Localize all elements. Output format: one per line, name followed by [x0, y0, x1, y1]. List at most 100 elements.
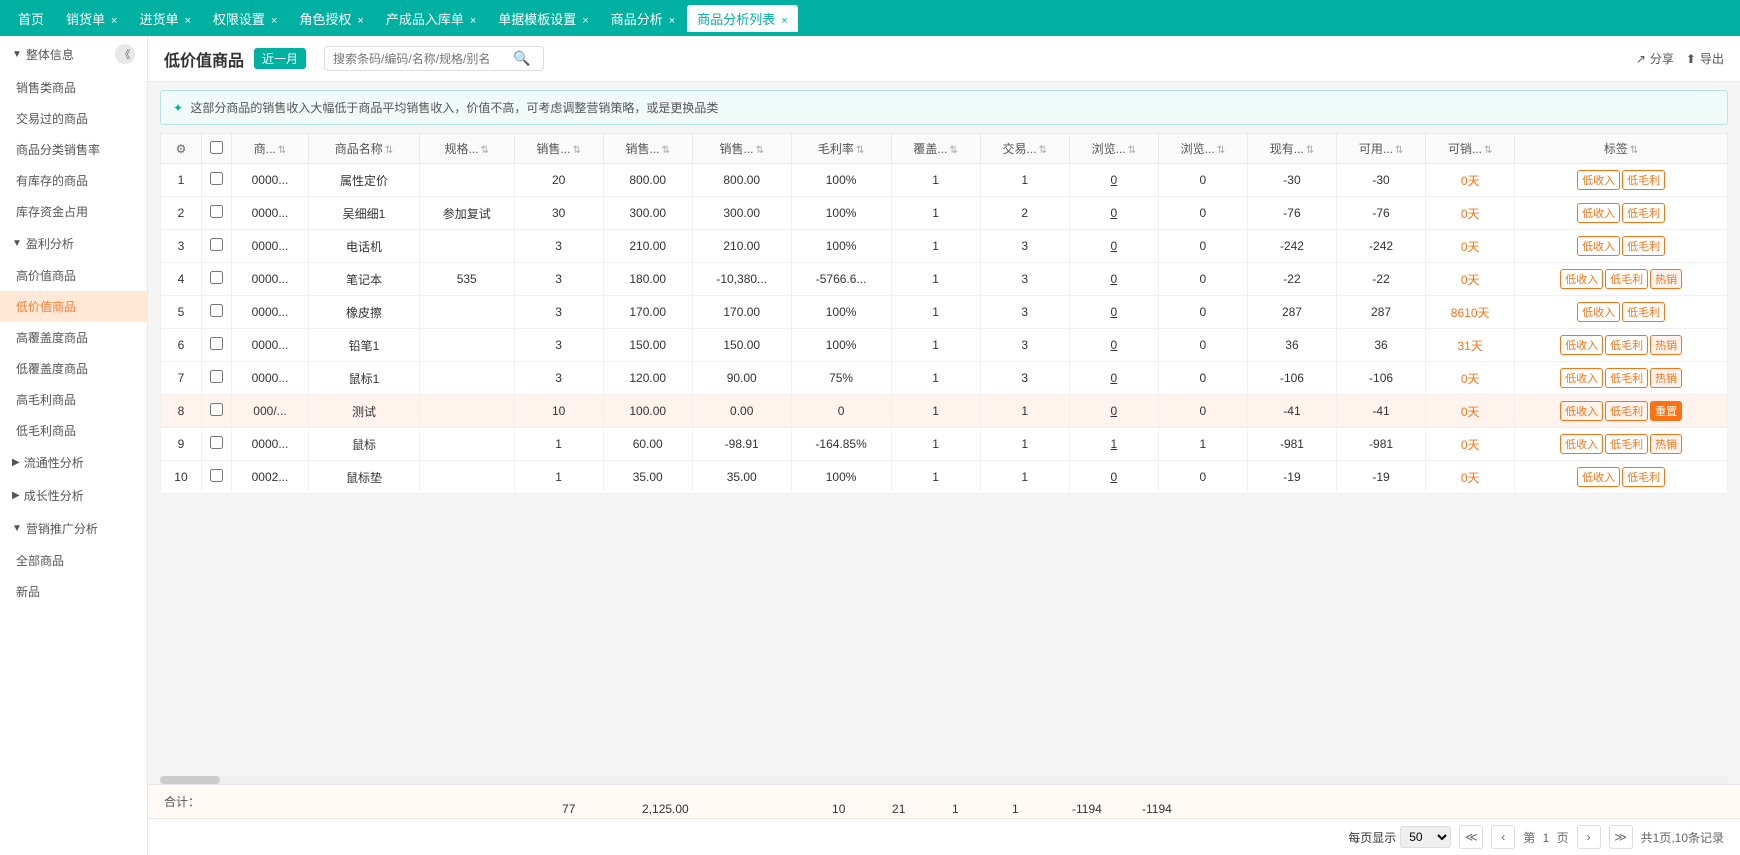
sidebar-item-all-goods[interactable]: 全部商品	[0, 545, 147, 576]
cell-views1[interactable]: 0	[1069, 296, 1158, 329]
table-row[interactable]: 90000...鼠标160.00-98.91-164.85%1111-981-9…	[161, 428, 1728, 461]
last-page-btn[interactable]: ≫	[1609, 825, 1633, 849]
col-views1[interactable]: 浏览...⇅	[1069, 134, 1158, 164]
table-row[interactable]: 10000...属性定价20800.00800.00100%1100-30-30…	[161, 164, 1728, 197]
sidebar-section-overview[interactable]: ▼ 整体信息 《	[0, 36, 147, 72]
col-coverage[interactable]: 覆盖...⇅	[891, 134, 980, 164]
sidebar-item-new-goods[interactable]: 新品	[0, 576, 147, 607]
col-checkbox[interactable]	[201, 134, 231, 164]
nav-template-close[interactable]: ×	[582, 15, 588, 27]
col-sales-price[interactable]: 销售...⇅	[603, 134, 692, 164]
nav-role[interactable]: 角色授权×	[289, 5, 373, 32]
nav-purchase-close[interactable]: ×	[184, 15, 190, 27]
sidebar-item-low-margin[interactable]: 低毛利商品	[0, 415, 147, 446]
sidebar-item-stock-capital[interactable]: 库存资金占用	[0, 196, 147, 227]
sidebar-item-category-rate[interactable]: 商品分类销售率	[0, 134, 147, 165]
row-checkbox[interactable]	[210, 271, 223, 284]
col-sellable[interactable]: 可销...⇅	[1426, 134, 1515, 164]
share-button[interactable]: ↗ 分享	[1636, 50, 1674, 67]
row-checkbox[interactable]	[210, 172, 223, 185]
table-container[interactable]: ⚙ 商...⇅ 商品名称⇅ 规格...⇅ 销售...⇅ 销售...⇅ 销售...…	[160, 133, 1728, 776]
table-row[interactable]: 30000...电话机3210.00210.00100%1300-242-242…	[161, 230, 1728, 263]
next-page-btn[interactable]: ›	[1577, 825, 1601, 849]
nav-analysis-list-close[interactable]: ×	[781, 15, 787, 27]
horizontal-scrollbar[interactable]	[160, 776, 1728, 784]
row-checkbox[interactable]	[210, 370, 223, 383]
nav-product-entry[interactable]: 产成品入库单×	[376, 5, 486, 32]
nav-home[interactable]: 首页	[8, 5, 54, 32]
col-available[interactable]: 可用...⇅	[1337, 134, 1426, 164]
row-checkbox[interactable]	[210, 238, 223, 251]
cell-checkbox[interactable]	[201, 164, 231, 197]
table-row[interactable]: 20000...吴细细1参加复试30300.00300.00100%1200-7…	[161, 197, 1728, 230]
col-code[interactable]: 商...⇅	[231, 134, 308, 164]
cell-views1[interactable]: 0	[1069, 362, 1158, 395]
nav-role-close[interactable]: ×	[357, 15, 363, 27]
sidebar-collapse-btn[interactable]: 《	[115, 44, 135, 64]
nav-sales[interactable]: 销货单×	[56, 5, 127, 32]
row-checkbox[interactable]	[210, 304, 223, 317]
col-sales-amount[interactable]: 销售...⇅	[692, 134, 791, 164]
scrollbar-thumb[interactable]	[160, 776, 220, 784]
cell-checkbox[interactable]	[201, 395, 231, 428]
search-input[interactable]	[333, 52, 513, 66]
sidebar-item-traded-goods[interactable]: 交易过的商品	[0, 103, 147, 134]
cell-views1[interactable]: 0	[1069, 230, 1158, 263]
cell-views1[interactable]: 0	[1069, 329, 1158, 362]
table-row[interactable]: 8000/...测试10100.000.0001100-41-410天低收入低毛…	[161, 395, 1728, 428]
cell-views1[interactable]: 0	[1069, 395, 1158, 428]
col-settings[interactable]: ⚙	[161, 134, 202, 164]
cell-checkbox[interactable]	[201, 428, 231, 461]
row-checkbox[interactable]	[210, 436, 223, 449]
sidebar-section-marketing[interactable]: ▼ 营销推广分析	[0, 512, 147, 545]
sidebar-item-low-coverage[interactable]: 低覆盖度商品	[0, 353, 147, 384]
export-button[interactable]: ⬆ 导出	[1686, 50, 1724, 67]
cell-checkbox[interactable]	[201, 197, 231, 230]
cell-views1[interactable]: 0	[1069, 461, 1158, 494]
sidebar-item-high-margin[interactable]: 高毛利商品	[0, 384, 147, 415]
first-page-btn[interactable]: ≪	[1459, 825, 1483, 849]
cell-checkbox[interactable]	[201, 230, 231, 263]
nav-product-analysis[interactable]: 商品分析×	[601, 5, 685, 32]
col-current-stock[interactable]: 现有...⇅	[1247, 134, 1336, 164]
row-checkbox[interactable]	[210, 205, 223, 218]
nav-product-entry-close[interactable]: ×	[470, 15, 476, 27]
nav-analysis-close[interactable]: ×	[669, 15, 675, 27]
search-icon[interactable]: 🔍	[513, 50, 530, 67]
prev-page-btn[interactable]: ‹	[1491, 825, 1515, 849]
table-row[interactable]: 40000...笔记本5353180.00-10,380...-5766.6..…	[161, 263, 1728, 296]
sidebar-item-stock-goods[interactable]: 有库存的商品	[0, 165, 147, 196]
cell-views1[interactable]: 0	[1069, 197, 1158, 230]
sidebar-item-sales-goods[interactable]: 销售类商品	[0, 72, 147, 103]
sidebar-item-low-value[interactable]: 低价值商品	[0, 291, 147, 322]
sidebar-section-profit[interactable]: ▼ 盈利分析	[0, 227, 147, 260]
cell-checkbox[interactable]	[201, 461, 231, 494]
cell-checkbox[interactable]	[201, 329, 231, 362]
table-row[interactable]: 70000...鼠标13120.0090.0075%1300-106-1060天…	[161, 362, 1728, 395]
nav-permission[interactable]: 权限设置×	[203, 5, 287, 32]
table-row[interactable]: 100002...鼠标垫135.0035.00100%1100-19-190天低…	[161, 461, 1728, 494]
col-sales-qty[interactable]: 销售...⇅	[514, 134, 603, 164]
sidebar-section-liquidity[interactable]: ▶ 流通性分析	[0, 446, 147, 479]
cell-views1[interactable]: 1	[1069, 428, 1158, 461]
table-row[interactable]: 50000...橡皮擦3170.00170.00100%130028728786…	[161, 296, 1728, 329]
date-badge[interactable]: 近一月	[254, 48, 306, 69]
select-all-checkbox[interactable]	[210, 141, 223, 154]
col-spec[interactable]: 规格...⇅	[419, 134, 514, 164]
col-trade[interactable]: 交易...⇅	[980, 134, 1069, 164]
nav-sales-close[interactable]: ×	[111, 15, 117, 27]
row-checkbox[interactable]	[210, 337, 223, 350]
per-page-select[interactable]: 50 20 100	[1400, 826, 1451, 848]
cell-checkbox[interactable]	[201, 362, 231, 395]
cell-views1[interactable]: 0	[1069, 164, 1158, 197]
nav-analysis-list[interactable]: 商品分析列表×	[687, 5, 797, 32]
sidebar-section-growth[interactable]: ▶ 成长性分析	[0, 479, 147, 512]
nav-template[interactable]: 单据模板设置×	[488, 5, 598, 32]
cell-checkbox[interactable]	[201, 296, 231, 329]
col-gross-margin[interactable]: 毛利率⇅	[791, 134, 891, 164]
table-row[interactable]: 60000...铅笔13150.00150.00100%1300363631天低…	[161, 329, 1728, 362]
col-views2[interactable]: 浏览...⇅	[1158, 134, 1247, 164]
sidebar-item-high-value[interactable]: 高价值商品	[0, 260, 147, 291]
sidebar-item-high-coverage[interactable]: 高覆盖度商品	[0, 322, 147, 353]
row-checkbox[interactable]	[210, 469, 223, 482]
